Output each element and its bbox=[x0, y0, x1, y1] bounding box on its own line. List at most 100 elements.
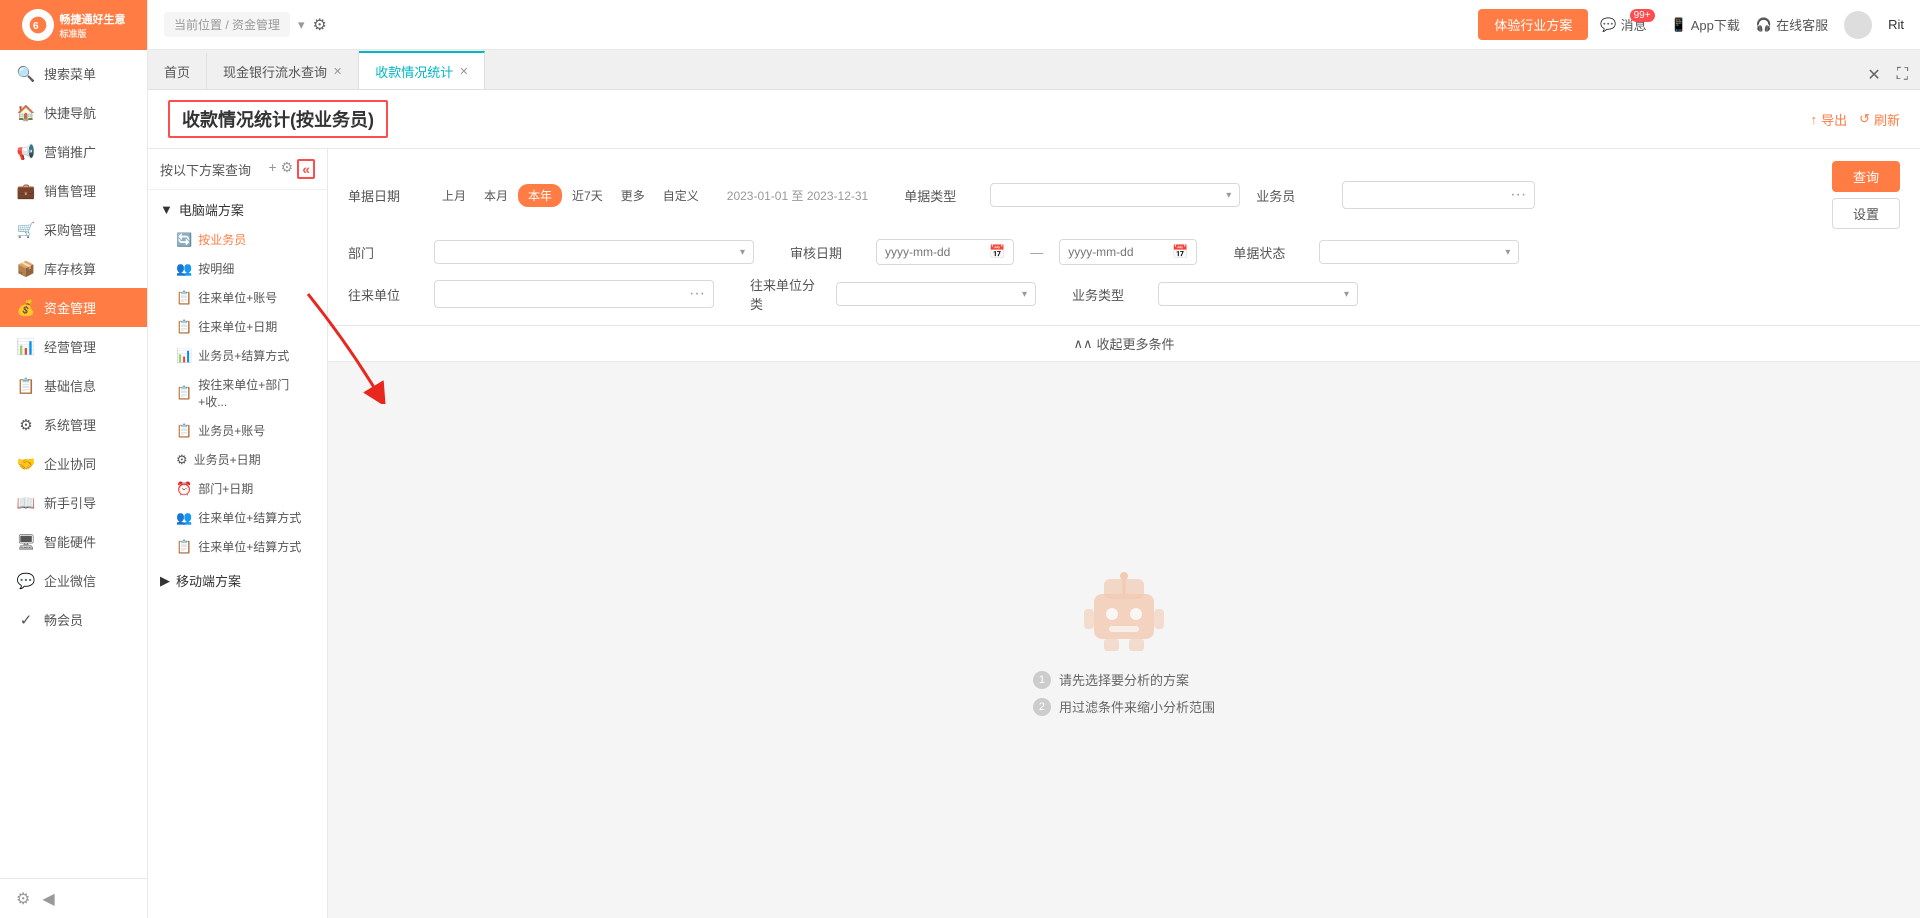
scheme-group-mobile-title[interactable]: ▶ 移动端方案 bbox=[148, 565, 327, 596]
cal-icon-to[interactable]: 📅 bbox=[1172, 244, 1188, 260]
search-icon: 🔍 bbox=[16, 65, 36, 83]
sidebar-item-marketing[interactable]: 📢 营销推广 bbox=[0, 132, 147, 171]
export-icon: ↑ bbox=[1811, 112, 1818, 127]
partner-category-field[interactable]: ▾ bbox=[836, 282, 1036, 306]
sidebar-item-inventory[interactable]: 📦 库存核算 bbox=[0, 249, 147, 288]
tab-bank-close[interactable]: ✕ bbox=[333, 65, 342, 78]
query-button[interactable]: 查询 bbox=[1832, 161, 1900, 192]
sidebar-item-member[interactable]: ✓ 畅会员 bbox=[0, 600, 147, 639]
tab-collection-close[interactable]: ✕ bbox=[459, 65, 468, 78]
review-from-input[interactable] bbox=[885, 245, 985, 259]
pc-group-label: 电脑端方案 bbox=[179, 200, 244, 219]
sidebar-item-guide[interactable]: 📖 新手引导 bbox=[0, 483, 147, 522]
date-custom-btn[interactable]: 自定义 bbox=[655, 184, 707, 207]
scheme-item-detail[interactable]: 👥 按明细 bbox=[148, 254, 327, 283]
sidebar-item-quicknav[interactable]: 🏠 快捷导航 bbox=[0, 93, 147, 132]
scheme-settings-btn[interactable]: ⚙ bbox=[281, 159, 294, 179]
filter-row-3: 往来单位 ··· 往来单位分类 ▾ 业务类型 bbox=[348, 275, 1900, 313]
date-last-month-btn[interactable]: 上月 bbox=[434, 184, 474, 207]
scheme-item-salesman-settlement[interactable]: 📊 业务员+结算方式 bbox=[148, 341, 327, 370]
tab-bank-label: 现金银行流水查询 bbox=[223, 62, 327, 81]
sidebar-label-finance: 资金管理 bbox=[44, 298, 96, 317]
export-button[interactable]: ↑ 导出 bbox=[1811, 110, 1848, 129]
collapse-more-btn[interactable]: ∧∧ 收起更多条件 bbox=[328, 326, 1920, 362]
sidebar-item-enterprise[interactable]: 🤝 企业协同 bbox=[0, 444, 147, 483]
scheme-item-salesman[interactable]: 🔄 按业务员 bbox=[148, 225, 327, 254]
salesman-field[interactable]: ··· bbox=[1342, 181, 1535, 209]
doc-type-field[interactable]: ▾ bbox=[990, 183, 1240, 207]
scheme-item-partner-settle2[interactable]: 📋 往来单位+结算方式 bbox=[148, 532, 327, 561]
doc-type-input[interactable] bbox=[999, 188, 1226, 202]
sidebar-label-inventory: 库存核算 bbox=[44, 259, 96, 278]
salesman-dots-btn[interactable]: ··· bbox=[1510, 186, 1526, 204]
scheme-item-label-1: 按明细 bbox=[198, 260, 234, 277]
sidebar-item-wechat[interactable]: 💬 企业微信 bbox=[0, 561, 147, 600]
partner-category-input[interactable] bbox=[845, 287, 1022, 301]
partner-field[interactable]: ··· bbox=[434, 280, 714, 308]
dept-field[interactable]: ▾ bbox=[434, 240, 754, 264]
sidebar-item-finance[interactable]: 💰 资金管理 bbox=[0, 288, 147, 327]
date-this-year-btn[interactable]: 本年 bbox=[518, 184, 562, 207]
sidebar-label-member: 畅会员 bbox=[44, 610, 83, 629]
refresh-button[interactable]: ↺ 刷新 bbox=[1859, 110, 1900, 129]
sidebar-item-purchase[interactable]: 🛒 采购管理 bbox=[0, 210, 147, 249]
tab-collection[interactable]: 收款情况统计 ✕ bbox=[359, 51, 485, 89]
review-date-from[interactable]: 📅 bbox=[876, 239, 1014, 265]
partner-input[interactable] bbox=[443, 287, 685, 301]
scheme-item-partner-dept[interactable]: 📋 按往来单位+部门+收... bbox=[148, 370, 327, 416]
settings-footer-btn[interactable]: ⚙ bbox=[16, 889, 30, 909]
date-this-month-btn[interactable]: 本月 bbox=[476, 184, 516, 207]
tab-home[interactable]: 首页 bbox=[148, 53, 207, 89]
purchase-icon: 🛒 bbox=[16, 221, 36, 239]
home-icon: 🏠 bbox=[16, 104, 36, 122]
sidebar-item-business[interactable]: 📊 经营管理 bbox=[0, 327, 147, 366]
add-scheme-btn[interactable]: + bbox=[268, 159, 276, 179]
scheme-item-partner-account[interactable]: 📋 往来单位+账号 bbox=[148, 283, 327, 312]
sidebar-item-search[interactable]: 🔍 搜索菜单 bbox=[0, 54, 147, 93]
scheme-item-dept-date[interactable]: ⏰ 部门+日期 bbox=[148, 474, 327, 503]
trial-button[interactable]: 体验行业方案 bbox=[1478, 9, 1588, 40]
maximize-window-btn[interactable]: ⛶ bbox=[1893, 62, 1912, 88]
collapse-sidebar-btn[interactable]: ◀ bbox=[42, 889, 54, 909]
user-avatar[interactable] bbox=[1844, 11, 1872, 39]
doc-status-field[interactable]: ▾ bbox=[1319, 240, 1519, 264]
date-more-btn[interactable]: 更多 bbox=[613, 184, 653, 207]
partner-dots-btn[interactable]: ··· bbox=[689, 285, 705, 303]
date-7days-btn[interactable]: 近7天 bbox=[564, 184, 611, 207]
online-service-btn[interactable]: 🎧 在线客服 bbox=[1756, 15, 1828, 34]
cal-icon-from[interactable]: 📅 bbox=[989, 244, 1005, 260]
scheme-item-partner-settle1[interactable]: 👥 往来单位+结算方式 bbox=[148, 503, 327, 532]
biz-type-input[interactable] bbox=[1167, 287, 1344, 301]
gear-settings-icon[interactable]: ⚙ bbox=[313, 15, 327, 35]
header-actions: 体验行业方案 bbox=[1478, 9, 1588, 40]
sidebar-item-system[interactable]: ⚙ 系统管理 bbox=[0, 405, 147, 444]
scheme-item-salesman-date[interactable]: ⚙ 业务员+日期 bbox=[148, 445, 327, 474]
scheme-item-partner-date[interactable]: 📋 往来单位+日期 bbox=[148, 312, 327, 341]
content-area: 按以下方案查询 + ⚙ « ▼ 电脑端方案 bbox=[148, 149, 1920, 918]
salesman-input[interactable] bbox=[1351, 188, 1506, 202]
download-icon: 📱 bbox=[1671, 17, 1687, 33]
review-to-input[interactable] bbox=[1068, 245, 1168, 259]
tip-num-1: 1 bbox=[1033, 671, 1051, 689]
chevron-down-icon: ▾ bbox=[298, 17, 305, 33]
review-date-to[interactable]: 📅 bbox=[1059, 239, 1197, 265]
app-download-btn[interactable]: 📱 App下载 bbox=[1671, 15, 1740, 34]
scheme-group-pc-title[interactable]: ▼ 电脑端方案 bbox=[148, 194, 327, 225]
scheme-collapse-btn[interactable]: « bbox=[297, 159, 315, 179]
close-window-btn[interactable]: ✕ bbox=[1863, 61, 1884, 89]
scheme-item-salesman-acct[interactable]: 📋 业务员+账号 bbox=[148, 416, 327, 445]
biz-type-field[interactable]: ▾ bbox=[1158, 282, 1358, 306]
service-label: 在线客服 bbox=[1776, 15, 1828, 34]
dept-input[interactable] bbox=[443, 245, 740, 259]
doc-status-input[interactable] bbox=[1328, 245, 1505, 259]
scheme-item-label-5: 按往来单位+部门+收... bbox=[198, 376, 315, 410]
sidebar-item-basic[interactable]: 📋 基础信息 bbox=[0, 366, 147, 405]
settings-button[interactable]: 设置 bbox=[1832, 198, 1900, 229]
scheme-item-label-0: 按业务员 bbox=[198, 231, 246, 248]
message-btn[interactable]: 💬 消息 99+ bbox=[1600, 15, 1646, 34]
sidebar-item-sales[interactable]: 💼 销售管理 bbox=[0, 171, 147, 210]
scheme-item-label-8: 部门+日期 bbox=[198, 480, 253, 497]
tab-bank[interactable]: 现金银行流水查询 ✕ bbox=[207, 53, 359, 89]
sidebar-item-hardware[interactable]: 🖥 智能硬件 bbox=[0, 522, 147, 561]
scheme-item-label-6: 业务员+账号 bbox=[198, 422, 265, 439]
